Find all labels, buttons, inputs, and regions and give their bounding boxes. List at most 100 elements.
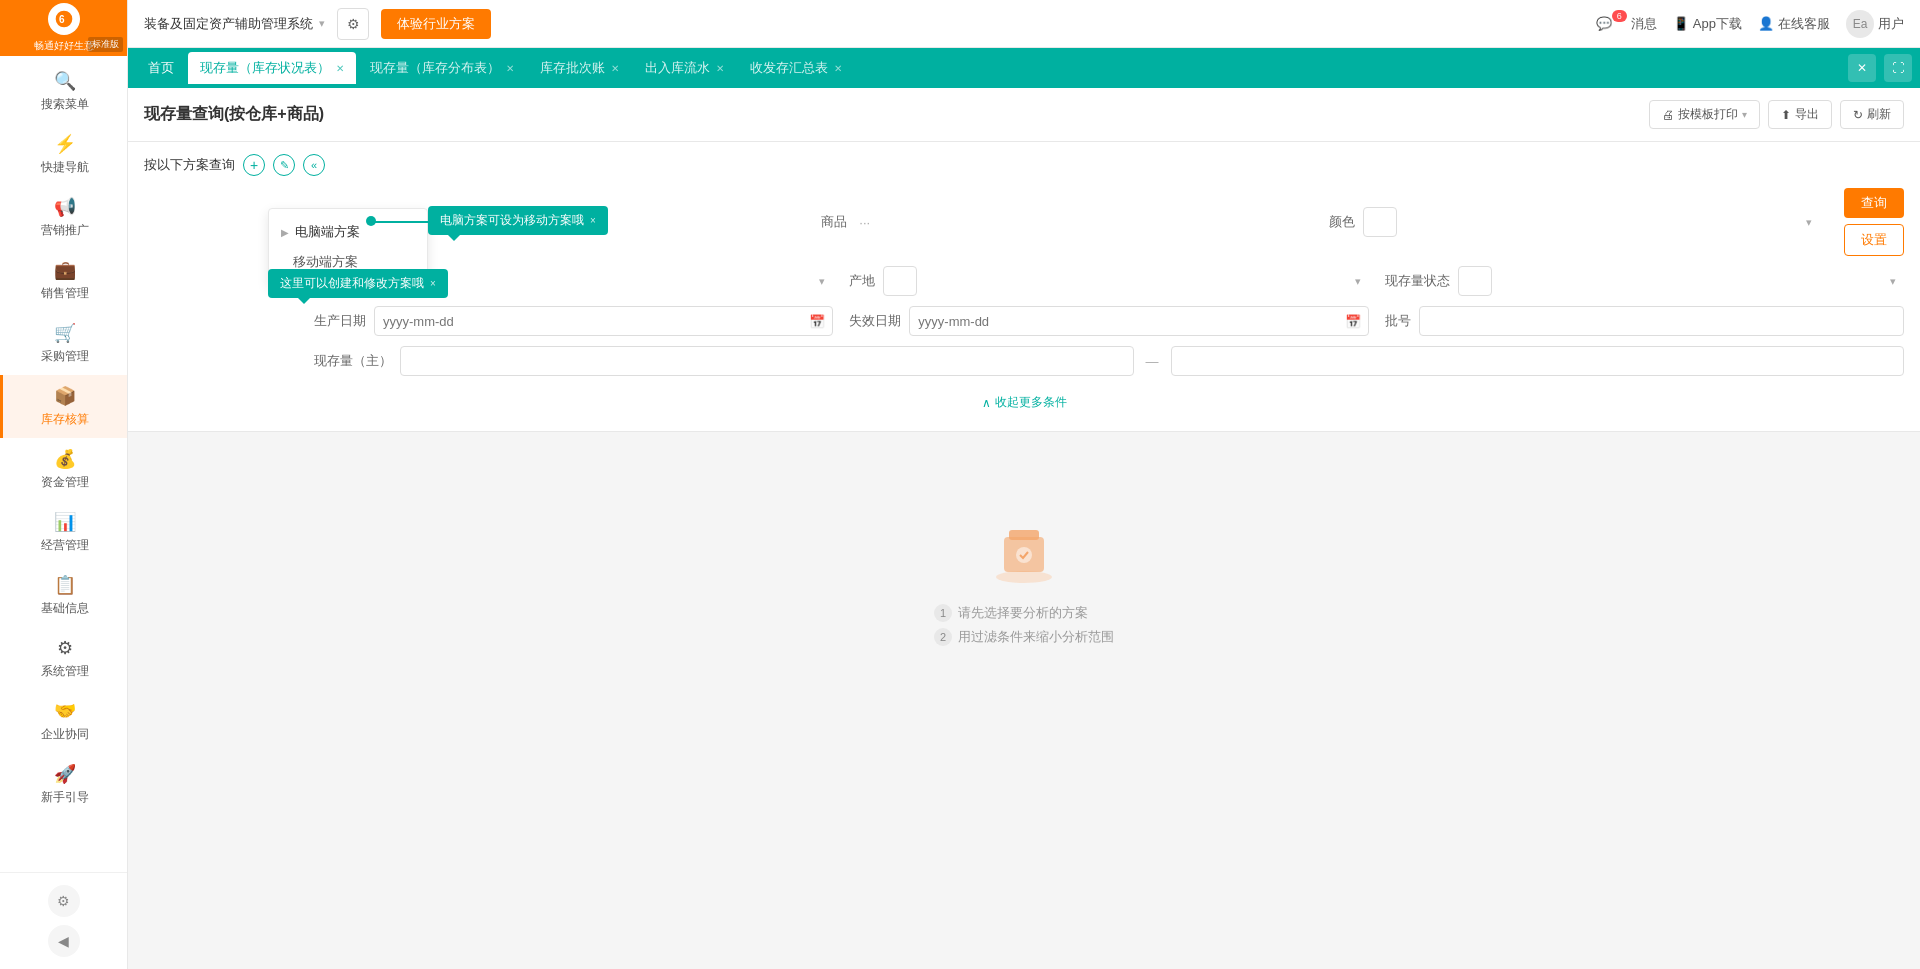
export-btn[interactable]: ⬆ 导出	[1768, 100, 1832, 129]
industry-btn[interactable]: 体验行业方案	[381, 9, 491, 39]
expand-arrow: ▶	[281, 227, 289, 238]
reset-btn[interactable]: 设置	[1844, 224, 1904, 256]
tab-collection-total[interactable]: 收发存汇总表 ✕	[738, 52, 854, 84]
inv-status-select[interactable]	[1458, 266, 1492, 296]
origin-select[interactable]	[883, 266, 917, 296]
color-label: 颜色	[1329, 213, 1355, 231]
tab-batch-ledger[interactable]: 库存批次账 ✕	[528, 52, 631, 84]
tooltip2-close-btn[interactable]: ×	[430, 278, 436, 289]
edit-scheme-btn[interactable]: ✎	[273, 154, 295, 176]
tab-close-icon[interactable]: ✕	[716, 63, 724, 74]
system-dropdown-icon[interactable]: ▾	[319, 17, 325, 30]
step-2-num: 2	[934, 628, 952, 646]
message-btn[interactable]: 💬 6 消息	[1596, 15, 1657, 33]
tooltip-create-scheme: 这里可以创建和修改方案哦 ×	[268, 269, 448, 298]
online-service-btn[interactable]: 👤 在线客服	[1758, 15, 1830, 33]
color-select-wrap	[1363, 207, 1820, 237]
sidebar-item-basic[interactable]: 📋 基础信息	[0, 564, 127, 627]
scheme-label: 电脑端方案	[295, 223, 360, 241]
collapse-label: 收起更多条件	[995, 394, 1067, 411]
sidebar-item-guide[interactable]: 🚀 新手引导	[0, 753, 127, 816]
tab-close-icon[interactable]: ✕	[611, 63, 619, 74]
tab-inventory-status[interactable]: 现存量（库存状况表） ✕	[188, 52, 356, 84]
system-icon: ⚙	[57, 637, 73, 659]
expiry-date-wrap: 📅	[909, 306, 1368, 336]
goods-dots[interactable]: ···	[855, 215, 874, 230]
close-all-tabs-btn[interactable]: ✕	[1848, 54, 1876, 82]
tab-home[interactable]: 首页	[136, 52, 186, 84]
sidebar-item-quicknav[interactable]: ⚡ 快捷导航	[0, 123, 127, 186]
collapse-sidebar-btn[interactable]: ◀	[48, 925, 80, 957]
filter-inv-main: 现存量（主） —	[314, 346, 1904, 376]
print-icon: 🖨	[1662, 108, 1674, 122]
user-btn[interactable]: Ea 用户	[1846, 10, 1904, 38]
empty-steps: 1 请先选择要分析的方案 2 用过滤条件来缩小分析范围	[934, 604, 1114, 652]
expiry-date-input[interactable]	[909, 306, 1368, 336]
filter-goods: 商品 ···	[821, 213, 1312, 231]
sidebar-label: 资金管理	[41, 474, 89, 491]
color-select[interactable]	[1363, 207, 1397, 237]
sidebar-item-purchase[interactable]: 🛒 采购管理	[0, 312, 127, 375]
sidebar-item-system[interactable]: ⚙ 系统管理	[0, 627, 127, 690]
collapse-filter-btn[interactable]: ∧ 收起更多条件	[982, 394, 1067, 411]
tab-inout-flow[interactable]: 出入库流水 ✕	[633, 52, 736, 84]
sidebar-item-finance[interactable]: 💰 资金管理	[0, 438, 127, 501]
maximize-btn[interactable]: ⛶	[1884, 54, 1912, 82]
sales-icon: 💼	[54, 259, 76, 281]
tab-close-icon[interactable]: ✕	[506, 63, 514, 74]
batch-input[interactable]	[1419, 306, 1904, 336]
filter-color: 颜色	[1329, 207, 1820, 237]
tooltip1-text: 电脑方案可设为移动方案哦	[440, 212, 584, 229]
user-label: 用户	[1878, 15, 1904, 33]
sidebar-item-inventory[interactable]: 📦 库存核算	[0, 375, 127, 438]
app-logo: 6 畅通好好生意 标准版	[0, 0, 127, 56]
sidebar-item-sales[interactable]: 💼 销售管理	[0, 249, 127, 312]
inv-main-min-input[interactable]	[400, 346, 1134, 376]
filter-action-buttons: 查询 设置	[1844, 188, 1904, 256]
inv-main-label: 现存量（主）	[314, 352, 392, 370]
main-area: 装备及固定资产辅助管理系统 ▾ ⚙ 体验行业方案 💬 6 消息 📱 App下载 …	[128, 0, 1920, 969]
filter-expiry-date: 失效日期 📅	[849, 306, 1368, 336]
settings-footer-btn[interactable]: ⚙	[48, 885, 80, 917]
print-template-btn[interactable]: 🖨 按模板打印 ▾	[1649, 100, 1760, 129]
filter-bottom: ∧ 收起更多条件	[144, 386, 1904, 419]
tooltip2-text: 这里可以创建和修改方案哦	[280, 275, 424, 292]
tooltip1-close-btn[interactable]: ×	[590, 215, 596, 226]
sidebar-item-marketing[interactable]: 📢 营销推广	[0, 186, 127, 249]
inv-main-max-input[interactable]	[1171, 346, 1905, 376]
tab-close-icon[interactable]: ✕	[336, 63, 344, 74]
refresh-btn[interactable]: ↻ 刷新	[1840, 100, 1904, 129]
prod-date-calendar-icon[interactable]: 📅	[809, 314, 825, 329]
app-download-btn[interactable]: 📱 App下载	[1673, 15, 1742, 33]
filter-prod-date: 生产日期 📅	[314, 306, 833, 336]
prev-scheme-btn[interactable]: «	[303, 154, 325, 176]
sidebar-footer: ⚙ ◀	[0, 872, 127, 969]
top-header: 装备及固定资产辅助管理系统 ▾ ⚙ 体验行业方案 💬 6 消息 📱 App下载 …	[128, 0, 1920, 48]
inventory-icon: 📦	[54, 385, 76, 407]
filter-header: 按以下方案查询 + ✎ «	[144, 154, 1904, 176]
settings-button[interactable]: ⚙	[337, 8, 369, 40]
add-scheme-btn[interactable]: +	[243, 154, 265, 176]
search-btn[interactable]: 查询	[1844, 188, 1904, 218]
collapse-up-icon: ∧	[982, 396, 991, 410]
sidebar-label: 快捷导航	[41, 159, 89, 176]
basic-icon: 📋	[54, 574, 76, 596]
logo-subtitle: 畅通好好生意	[34, 39, 94, 53]
line-connector	[371, 221, 431, 223]
sidebar-item-enterprise[interactable]: 🤝 企业协同	[0, 690, 127, 753]
sidebar-item-search[interactable]: 🔍 搜索菜单	[0, 60, 127, 123]
prod-date-input[interactable]	[374, 306, 833, 336]
tab-inventory-dist[interactable]: 现存量（库存分布表） ✕	[358, 52, 526, 84]
prod-date-wrap: 📅	[374, 306, 833, 336]
finance-icon: 💰	[54, 448, 76, 470]
sidebar-item-operations[interactable]: 📊 经营管理	[0, 501, 127, 564]
marketing-icon: 📢	[54, 196, 76, 218]
page-header: 现存量查询(按仓库+商品) 🖨 按模板打印 ▾ ⬆ 导出 ↻ 刷新	[128, 88, 1920, 142]
filter-batch: 批号	[1385, 306, 1904, 336]
search-icon: 🔍	[54, 70, 76, 92]
sidebar-nav: 🔍 搜索菜单 ⚡ 快捷导航 📢 营销推广 💼 销售管理 🛒 采购管理 📦 库存核…	[0, 56, 127, 872]
filter-row-2: 尺码 产地 现存量状态	[314, 266, 1904, 296]
tab-close-icon[interactable]: ✕	[834, 63, 842, 74]
step-2-text: 用过滤条件来缩小分析范围	[958, 628, 1114, 646]
expiry-date-calendar-icon[interactable]: 📅	[1345, 314, 1361, 329]
